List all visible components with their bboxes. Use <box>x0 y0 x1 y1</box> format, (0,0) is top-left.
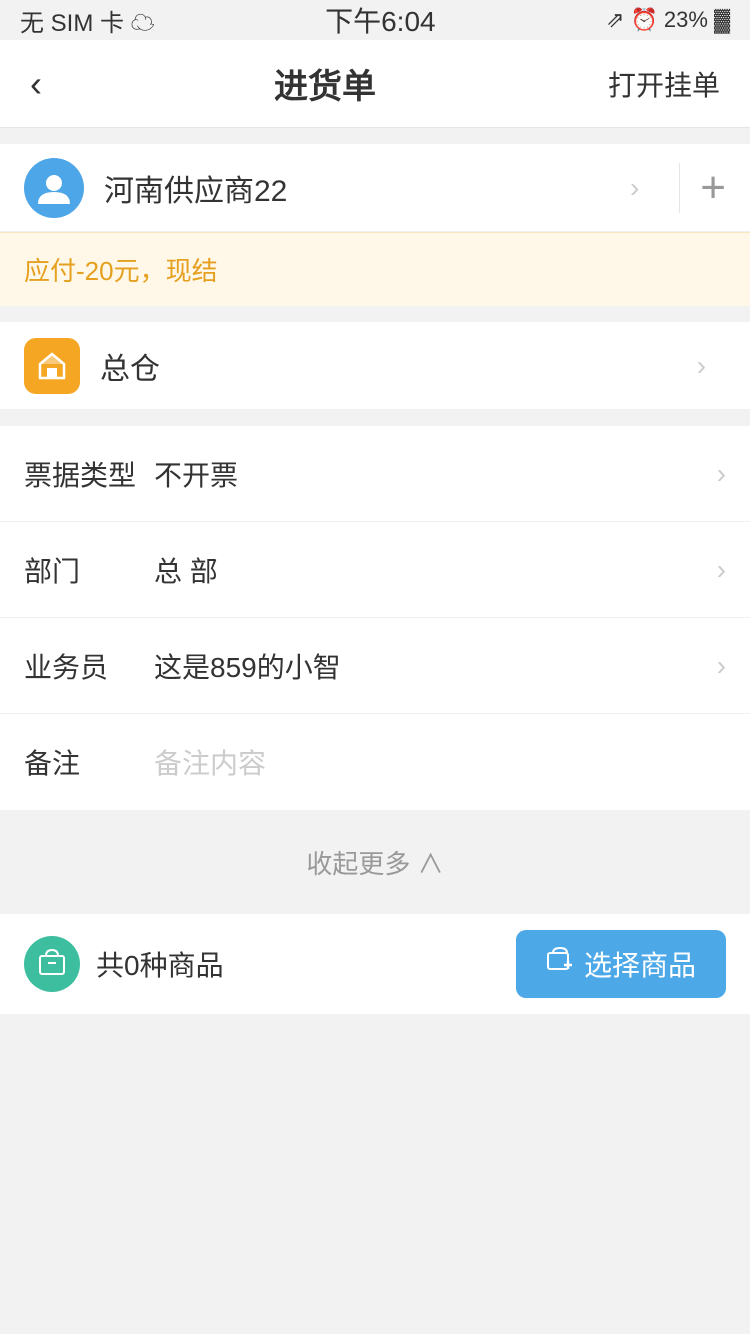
invoice-type-row[interactable]: 票据类型 不开票 › <box>0 426 750 522</box>
warehouse-name: 总仓 <box>100 344 697 388</box>
cart-icon <box>36 948 68 980</box>
remark-label: 备注 <box>24 742 154 782</box>
invoice-type-chevron-icon: › <box>717 458 726 490</box>
content: 河南供应商22 › + 应付-20元，现结 总仓 › 票据类型 不开票 › 部门 <box>0 144 750 1314</box>
supplier-name: 河南供应商22 <box>104 166 630 210</box>
battery-icon: ▓ <box>714 7 730 33</box>
warehouse-chevron-icon: › <box>697 350 706 382</box>
battery-level: 23% <box>664 7 708 33</box>
status-bar: 无 SIM 卡 ☁ 下午6:04 ⇗ ⏰ 23% ▓ <box>0 0 750 40</box>
department-row[interactable]: 部门 总 部 › <box>0 522 750 618</box>
department-label: 部门 <box>24 550 154 590</box>
status-time: 下午6:04 <box>325 0 436 40</box>
empty-space <box>0 1014 750 1314</box>
status-left: 无 SIM 卡 ☁ <box>20 3 155 38</box>
divider <box>679 163 680 213</box>
nav-bar: ‹ 进货单 打开挂单 <box>0 40 750 128</box>
back-button[interactable]: ‹ <box>30 63 42 105</box>
salesperson-label: 业务员 <box>24 646 154 686</box>
bottom-bar: 共0种商品 选择商品 <box>0 914 750 1014</box>
house-icon <box>36 350 68 382</box>
notice-bar: 应付-20元，现结 <box>0 232 750 306</box>
salesperson-row[interactable]: 业务员 这是859的小智 › <box>0 618 750 714</box>
location-icon: ⇗ <box>606 7 624 33</box>
invoice-type-value: 不开票 <box>154 454 717 494</box>
supplier-section: 河南供应商22 › + 应付-20元，现结 <box>0 144 750 306</box>
supplier-row[interactable]: 河南供应商22 › + <box>0 144 750 232</box>
add-to-cart-icon <box>546 947 574 975</box>
department-chevron-icon: › <box>717 554 726 586</box>
sim-status: 无 SIM 卡 ☁ <box>20 3 155 38</box>
user-icon <box>36 170 72 206</box>
collapse-bar[interactable]: 收起更多 ∧ <box>0 826 750 898</box>
product-icon <box>24 936 80 992</box>
warehouse-row[interactable]: 总仓 › <box>0 322 750 410</box>
department-value: 总 部 <box>154 550 717 590</box>
form-section: 票据类型 不开票 › 部门 总 部 › 业务员 这是859的小智 › 备注 备注… <box>0 426 750 810</box>
salesperson-value: 这是859的小智 <box>154 646 717 686</box>
supplier-avatar <box>24 158 84 218</box>
supplier-chevron-icon: › <box>630 172 639 204</box>
select-product-button[interactable]: 选择商品 <box>516 930 726 998</box>
select-product-icon <box>546 947 574 982</box>
open-pending-button[interactable]: 打开挂单 <box>608 64 720 104</box>
remark-input[interactable]: 备注内容 <box>154 742 726 782</box>
add-supplier-button[interactable]: + <box>700 163 726 213</box>
product-count: 共0种商品 <box>96 944 516 984</box>
salesperson-chevron-icon: › <box>717 650 726 682</box>
page-title: 进货单 <box>274 59 376 108</box>
remark-row[interactable]: 备注 备注内容 <box>0 714 750 810</box>
invoice-type-label: 票据类型 <box>24 454 154 494</box>
status-right: ⇗ ⏰ 23% ▓ <box>606 7 730 33</box>
warehouse-icon <box>24 338 80 394</box>
alarm-icon: ⏰ <box>630 7 657 33</box>
select-product-label: 选择商品 <box>584 944 696 984</box>
